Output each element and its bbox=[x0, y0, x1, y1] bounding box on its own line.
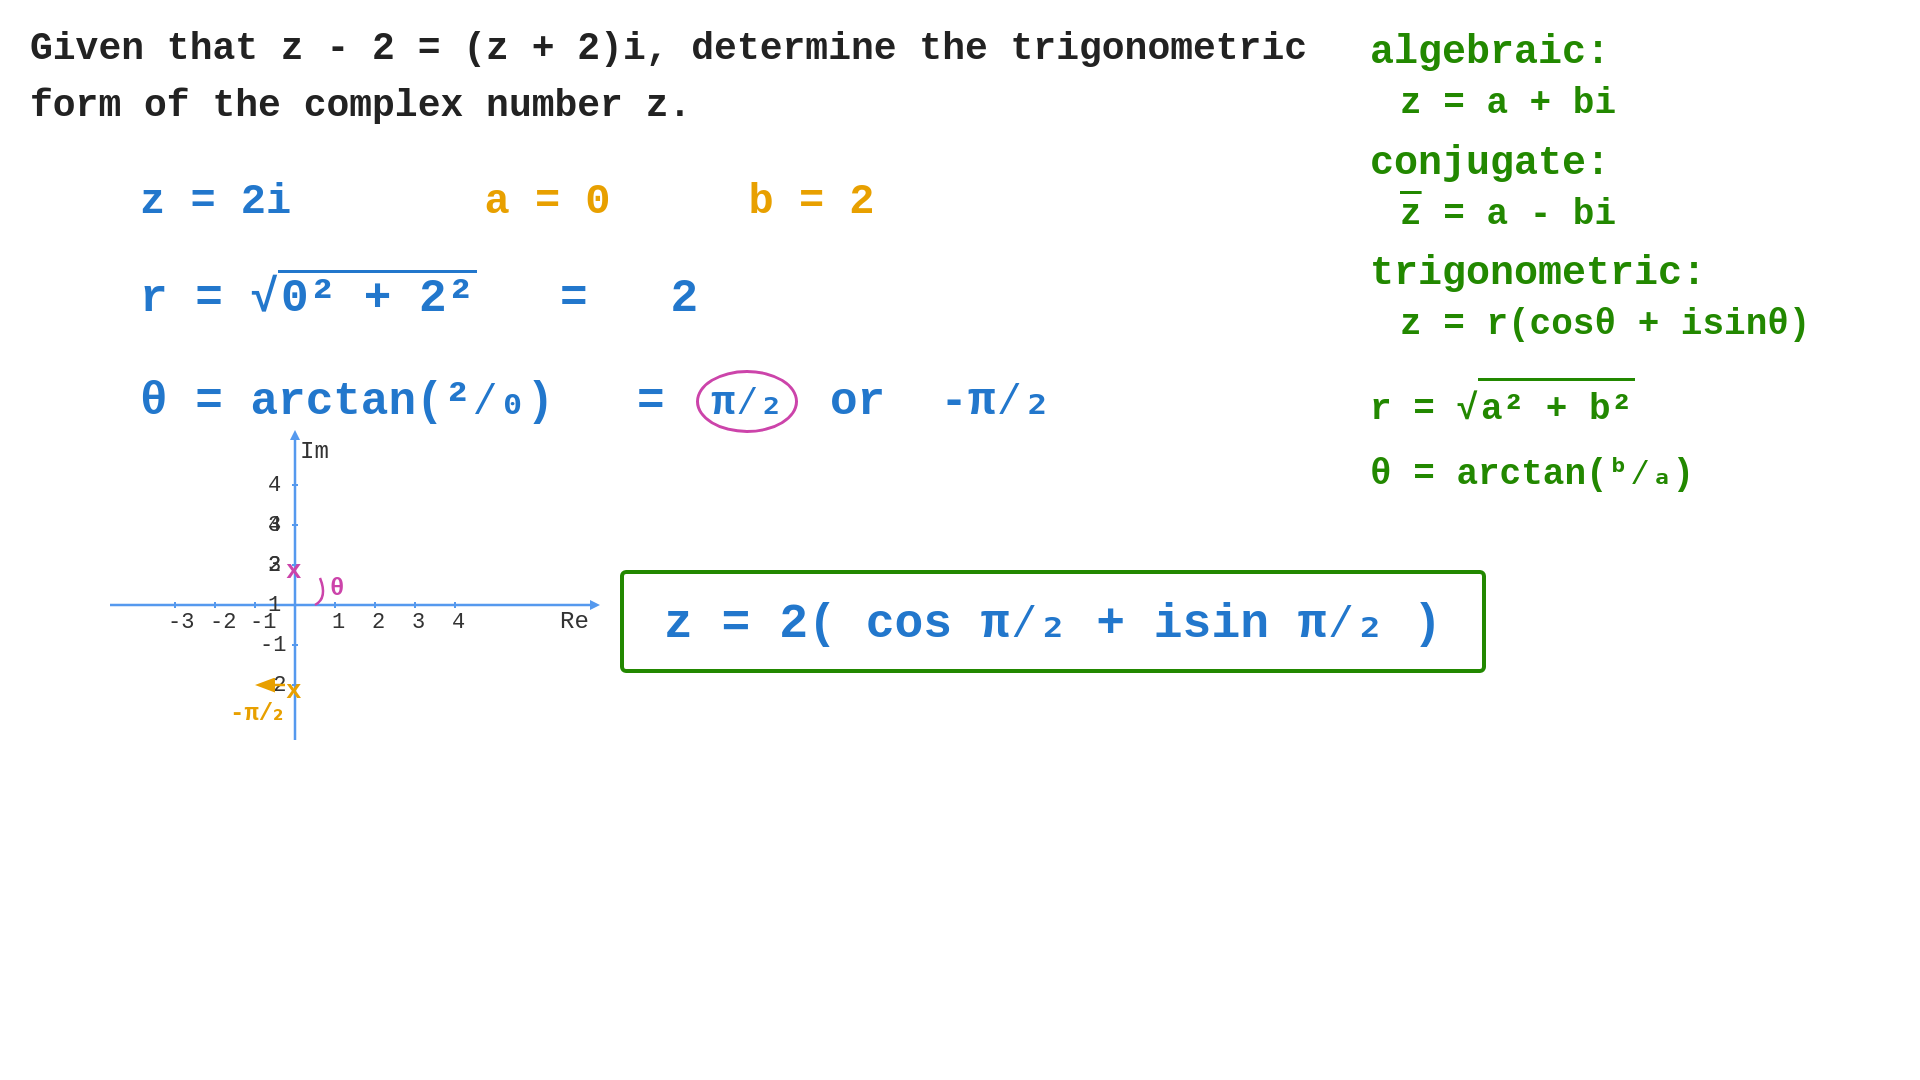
coordinate-plane: -3 -2 -1 1 2 3 4 Re 4 3 4 3 2 bbox=[100, 430, 600, 750]
r-formula-ref: r = √a² + b² bbox=[1370, 378, 1890, 439]
svg-text:2: 2 bbox=[268, 553, 281, 578]
problem-statement: Given that z - 2 = (z + 2)i, determine t… bbox=[30, 20, 1307, 134]
b-value: b = 2 bbox=[749, 178, 875, 226]
answer-box: z = 2( cos π⁄₂ + isin π⁄₂ ) bbox=[620, 570, 1486, 673]
svg-marker-1 bbox=[590, 600, 600, 610]
svg-text:Im: Im bbox=[300, 438, 329, 465]
svg-text:4: 4 bbox=[268, 473, 281, 498]
step-z-value: z = 2i a = 0 b = 2 bbox=[140, 175, 875, 227]
svg-text:Re: Re bbox=[560, 608, 589, 635]
algebraic-label: algebraic: bbox=[1370, 30, 1890, 75]
algebraic-formula: z = a + bi bbox=[1400, 75, 1890, 133]
svg-text:-π/₂: -π/₂ bbox=[230, 700, 283, 727]
trig-label: trigonometric: bbox=[1370, 251, 1890, 296]
main-canvas: Given that z - 2 = (z + 2)i, determine t… bbox=[0, 0, 1920, 1080]
svg-text:3: 3 bbox=[268, 513, 281, 538]
answer-text: z = 2( cos π⁄₂ + isin π⁄₂ ) bbox=[664, 597, 1442, 651]
svg-text:-1: -1 bbox=[260, 633, 286, 658]
svg-text:4: 4 bbox=[452, 610, 465, 635]
trig-formula: z = r(cosθ + isinθ) bbox=[1400, 296, 1890, 354]
conjugate-formula: z = a - bi bbox=[1400, 186, 1890, 244]
svg-text:-2: -2 bbox=[210, 610, 236, 635]
problem-line1: Given that z - 2 = (z + 2)i, determine t… bbox=[30, 20, 1307, 77]
svg-text:-3: -3 bbox=[168, 610, 194, 635]
svg-text:3: 3 bbox=[412, 610, 425, 635]
z-result: z = 2i bbox=[140, 178, 291, 226]
a-value: a = 0 bbox=[484, 178, 610, 226]
svg-text:x: x bbox=[286, 556, 302, 586]
theta-formula-ref: θ = arctan(ᵇ⁄ₐ) bbox=[1370, 446, 1890, 504]
reference-panel: algebraic: z = a + bi conjugate: z = a -… bbox=[1370, 30, 1890, 504]
problem-line2: form of the complex number z. bbox=[30, 77, 1307, 134]
step-theta: θ = arctan(²⁄₀) = π⁄₂ or -π⁄₂ bbox=[140, 370, 1051, 433]
step-r: r = √0² + 2² = 2 bbox=[140, 270, 698, 325]
svg-text:θ: θ bbox=[330, 575, 344, 602]
svg-marker-3 bbox=[290, 430, 300, 440]
conjugate-label: conjugate: bbox=[1370, 141, 1890, 186]
circled-pi-over-2: π⁄₂ bbox=[696, 370, 798, 433]
svg-text:1: 1 bbox=[268, 593, 281, 618]
svg-text:x: x bbox=[286, 676, 302, 706]
svg-text:1: 1 bbox=[332, 610, 345, 635]
svg-text:2: 2 bbox=[372, 610, 385, 635]
